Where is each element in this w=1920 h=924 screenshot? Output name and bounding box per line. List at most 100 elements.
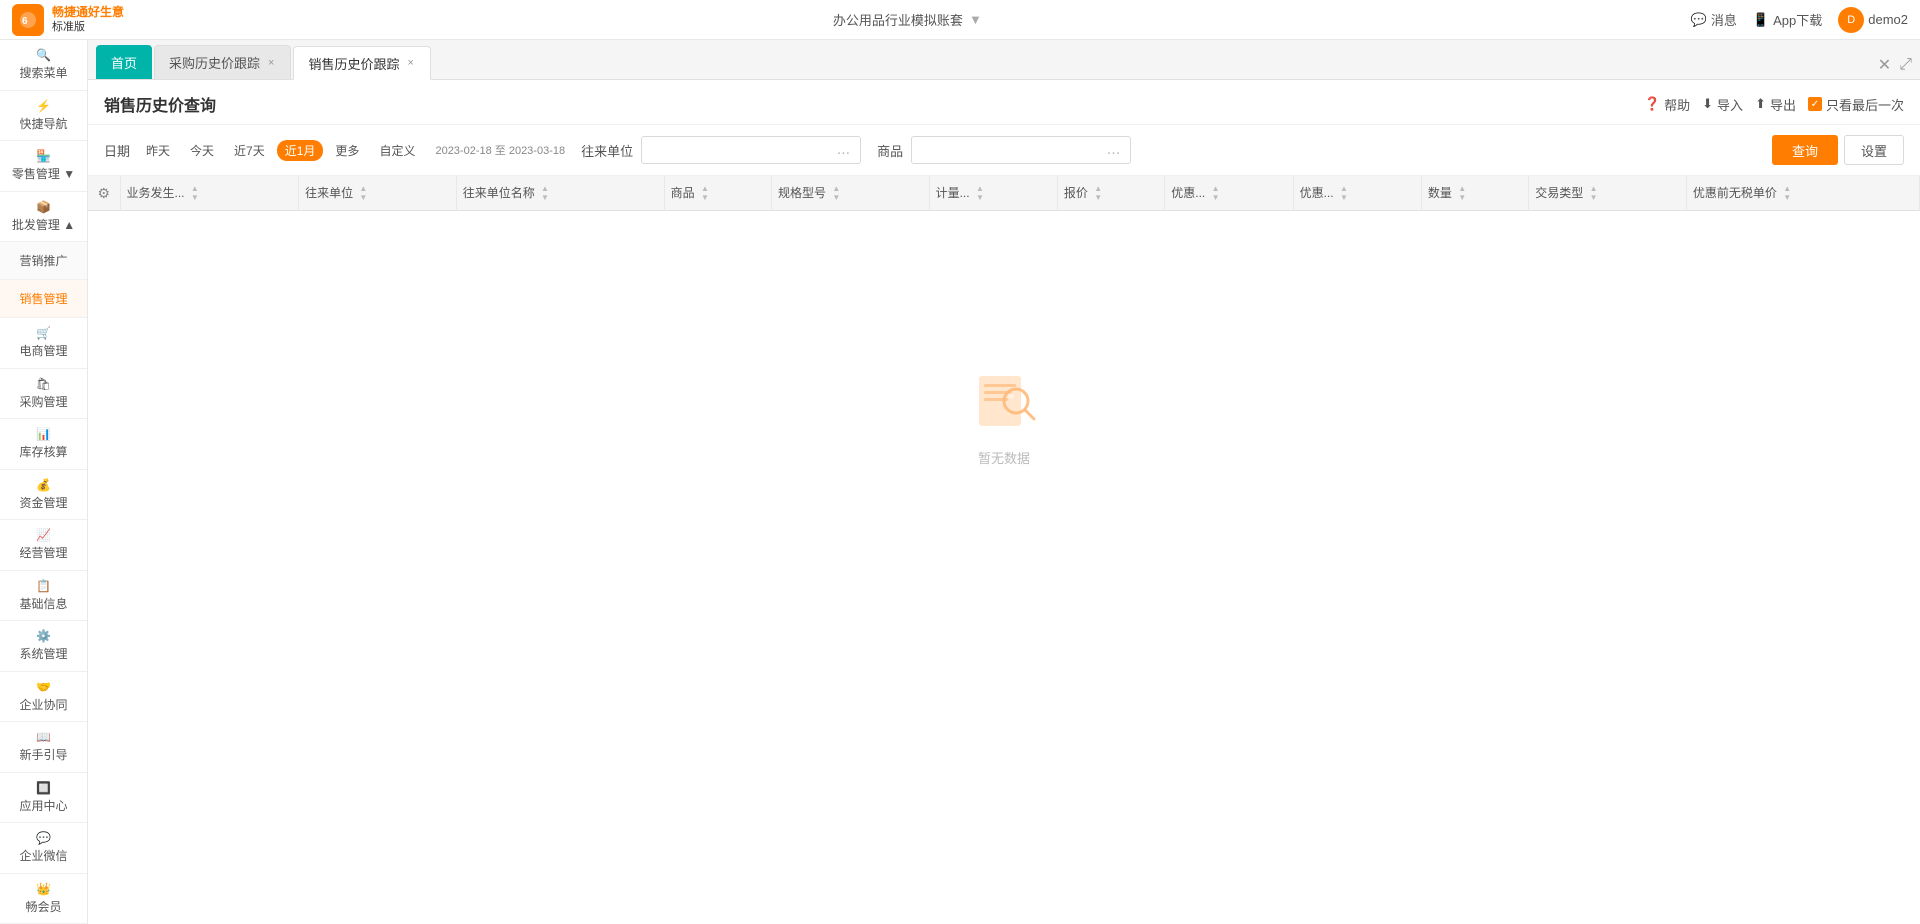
sidebar-item-member[interactable]: 👑 畅会员: [0, 874, 87, 924]
th-discount1[interactable]: 优惠... ▲▼: [1165, 176, 1293, 211]
purchase-tab-close[interactable]: ×: [266, 56, 276, 70]
th-unit[interactable]: 计量... ▲▼: [929, 176, 1057, 211]
tab-home[interactable]: 首页: [96, 45, 152, 79]
topbar: 6 畅捷通好生意 标准版 办公用品行业模拟账套 ▼ 💬 消息 📱 App下载 D…: [0, 0, 1920, 40]
partner-filter-label: 往来单位: [581, 141, 633, 160]
sidebar-item-sales[interactable]: 销售管理: [0, 280, 87, 318]
only-last-checkbox[interactable]: 只看最后一次: [1808, 95, 1904, 114]
tab-maximize-btn[interactable]: ⤢: [1899, 56, 1912, 74]
sidebar-item-inventory[interactable]: 📊 库存核算: [0, 419, 87, 470]
sort-trade-type[interactable]: ▲▼: [1590, 185, 1598, 202]
sidebar-label-collab: 企业协同: [19, 696, 67, 713]
tab-purchase[interactable]: 采购历史价跟踪 ×: [154, 45, 291, 79]
partner-input-wrapper[interactable]: ...: [641, 136, 861, 164]
sidebar-item-search[interactable]: 🔍 搜索菜单: [0, 40, 87, 91]
page-actions: ❓ 帮助 ⬇ 导入 ⬆ 导出 只看最后一次: [1644, 95, 1904, 114]
svg-text:6: 6: [22, 16, 28, 27]
app-download-btn[interactable]: 📱 App下载: [1753, 10, 1822, 29]
date-option-yesterday[interactable]: 昨天: [138, 140, 178, 161]
empty-illustration: [964, 356, 1044, 436]
th-partner-name[interactable]: 往来单位名称 ▲▼: [456, 176, 664, 211]
sidebar-item-marketing[interactable]: 营销推广: [0, 242, 87, 280]
th-price[interactable]: 报价 ▲▼: [1057, 176, 1164, 211]
checkbox-checked-icon: [1808, 97, 1822, 111]
product-input-wrapper[interactable]: ...: [911, 136, 1131, 164]
wholesale-icon: 📦: [36, 200, 51, 214]
topbar-left: 6 畅捷通好生意 标准版: [12, 4, 124, 36]
member-icon: 👑: [36, 882, 51, 896]
sidebar-label-system: 系统管理: [19, 645, 67, 662]
export-icon: ⬆: [1755, 96, 1766, 112]
sort-price[interactable]: ▲▼: [1094, 185, 1102, 202]
content-area: 首页 采购历史价跟踪 × 销售历史价跟踪 × ✕ ⤢ 销售历史价查询: [88, 40, 1920, 924]
product-filter-label: 商品: [877, 141, 903, 160]
system-icon: ⚙️: [36, 629, 51, 643]
sort-product[interactable]: ▲▼: [701, 185, 709, 202]
sort-partner-name[interactable]: ▲▼: [541, 185, 549, 202]
sidebar-item-appstore[interactable]: 🔲 应用中心: [0, 773, 87, 824]
sort-tax-free-price[interactable]: ▲▼: [1783, 185, 1791, 202]
date-option-today[interactable]: 今天: [182, 140, 222, 161]
filter-area: 日期 昨天 今天 近7天 近1月 更多 自定义 2023-02-18 至 202…: [88, 125, 1920, 176]
sort-discount1[interactable]: ▲▼: [1212, 185, 1220, 202]
sort-discount2[interactable]: ▲▼: [1340, 185, 1348, 202]
date-option-more[interactable]: 更多: [327, 140, 367, 161]
purchase-icon: 🛍: [36, 377, 51, 391]
product-input[interactable]: [918, 143, 1103, 158]
settings-button[interactable]: 设置: [1844, 135, 1904, 165]
th-qty[interactable]: 数量 ▲▼: [1421, 176, 1528, 211]
sort-biz-date[interactable]: ▲▼: [191, 185, 199, 202]
tab-bar: 首页 采购历史价跟踪 × 销售历史价跟踪 × ✕ ⤢: [88, 40, 1920, 80]
partner-ellipsis-btn[interactable]: ...: [833, 141, 854, 159]
sidebar-item-retail[interactable]: 🏪 零售管理 ▼: [0, 141, 87, 192]
th-biz-date[interactable]: 业务发生... ▲▼: [120, 176, 299, 211]
page-header: 销售历史价查询 ❓ 帮助 ⬇ 导入 ⬆ 导出: [88, 80, 1920, 125]
sidebar-item-ecommerce[interactable]: 🛒 电商管理: [0, 318, 87, 369]
th-trade-type[interactable]: 交易类型 ▲▼: [1529, 176, 1687, 211]
date-option-custom[interactable]: 自定义: [371, 140, 423, 161]
workspace-dropdown-icon[interactable]: ▼: [969, 12, 982, 27]
sort-qty[interactable]: ▲▼: [1458, 185, 1466, 202]
workspace-selector[interactable]: 办公用品行业模拟账套 ▼: [833, 10, 982, 29]
wechat-icon: 💬: [36, 831, 51, 845]
th-tax-free-price[interactable]: 优惠前无税单价 ▲▼: [1686, 176, 1919, 211]
product-ellipsis-btn[interactable]: ...: [1103, 141, 1124, 159]
home-tab-label: 首页: [111, 53, 137, 72]
th-partner-code[interactable]: 往来单位 ▲▼: [299, 176, 457, 211]
sales-tab-close[interactable]: ×: [405, 56, 415, 70]
topbar-right: 💬 消息 📱 App下载 D demo2: [1691, 7, 1908, 33]
sidebar-item-purchase[interactable]: 🛍 采购管理: [0, 369, 87, 420]
date-option-7days[interactable]: 近7天: [226, 140, 273, 161]
sidebar-item-wholesale[interactable]: 📦 批发管理 ▲: [0, 192, 87, 243]
import-btn[interactable]: ⬇ 导入: [1702, 95, 1743, 114]
help-btn[interactable]: ❓ 帮助: [1644, 95, 1690, 114]
th-product[interactable]: 商品 ▲▼: [664, 176, 771, 211]
sidebar-item-system[interactable]: ⚙️ 系统管理: [0, 621, 87, 672]
sidebar-item-operation[interactable]: 📈 经营管理: [0, 520, 87, 571]
sort-spec[interactable]: ▲▼: [832, 185, 840, 202]
tab-close-all-btn[interactable]: ✕: [1878, 55, 1891, 75]
sidebar-item-basic[interactable]: 📋 基础信息: [0, 571, 87, 622]
user-menu[interactable]: D demo2: [1838, 7, 1908, 33]
sort-unit[interactable]: ▲▼: [976, 185, 984, 202]
th-settings[interactable]: ⚙: [88, 176, 120, 211]
sidebar-item-wechat[interactable]: 💬 企业微信: [0, 823, 87, 874]
partner-input[interactable]: [648, 143, 833, 158]
sidebar-item-collab[interactable]: 🤝 企业协同: [0, 672, 87, 723]
column-settings-icon[interactable]: ⚙: [97, 185, 110, 201]
sidebar-item-finance[interactable]: 💰 资金管理: [0, 470, 87, 521]
sidebar: 🔍 搜索菜单 ⚡ 快捷导航 🏪 零售管理 ▼ 📦 批发管理 ▲ 营销推广 销售管…: [0, 40, 88, 924]
th-spec[interactable]: 规格型号 ▲▼: [771, 176, 929, 211]
date-option-1month[interactable]: 近1月: [277, 140, 324, 161]
tab-sales[interactable]: 销售历史价跟踪 ×: [293, 46, 430, 80]
sidebar-item-quicknav[interactable]: ⚡ 快捷导航: [0, 91, 87, 142]
th-discount2[interactable]: 优惠... ▲▼: [1293, 176, 1421, 211]
sort-partner-code[interactable]: ▲▼: [359, 185, 367, 202]
basic-icon: 📋: [36, 579, 51, 593]
sidebar-item-guide[interactable]: 📖 新手引导: [0, 722, 87, 773]
sidebar-label-retail: 零售管理 ▼: [12, 165, 75, 182]
inventory-icon: 📊: [36, 427, 51, 441]
export-btn[interactable]: ⬆ 导出: [1755, 95, 1796, 114]
messages-btn[interactable]: 💬 消息: [1691, 10, 1737, 29]
query-button[interactable]: 查询: [1772, 135, 1838, 165]
